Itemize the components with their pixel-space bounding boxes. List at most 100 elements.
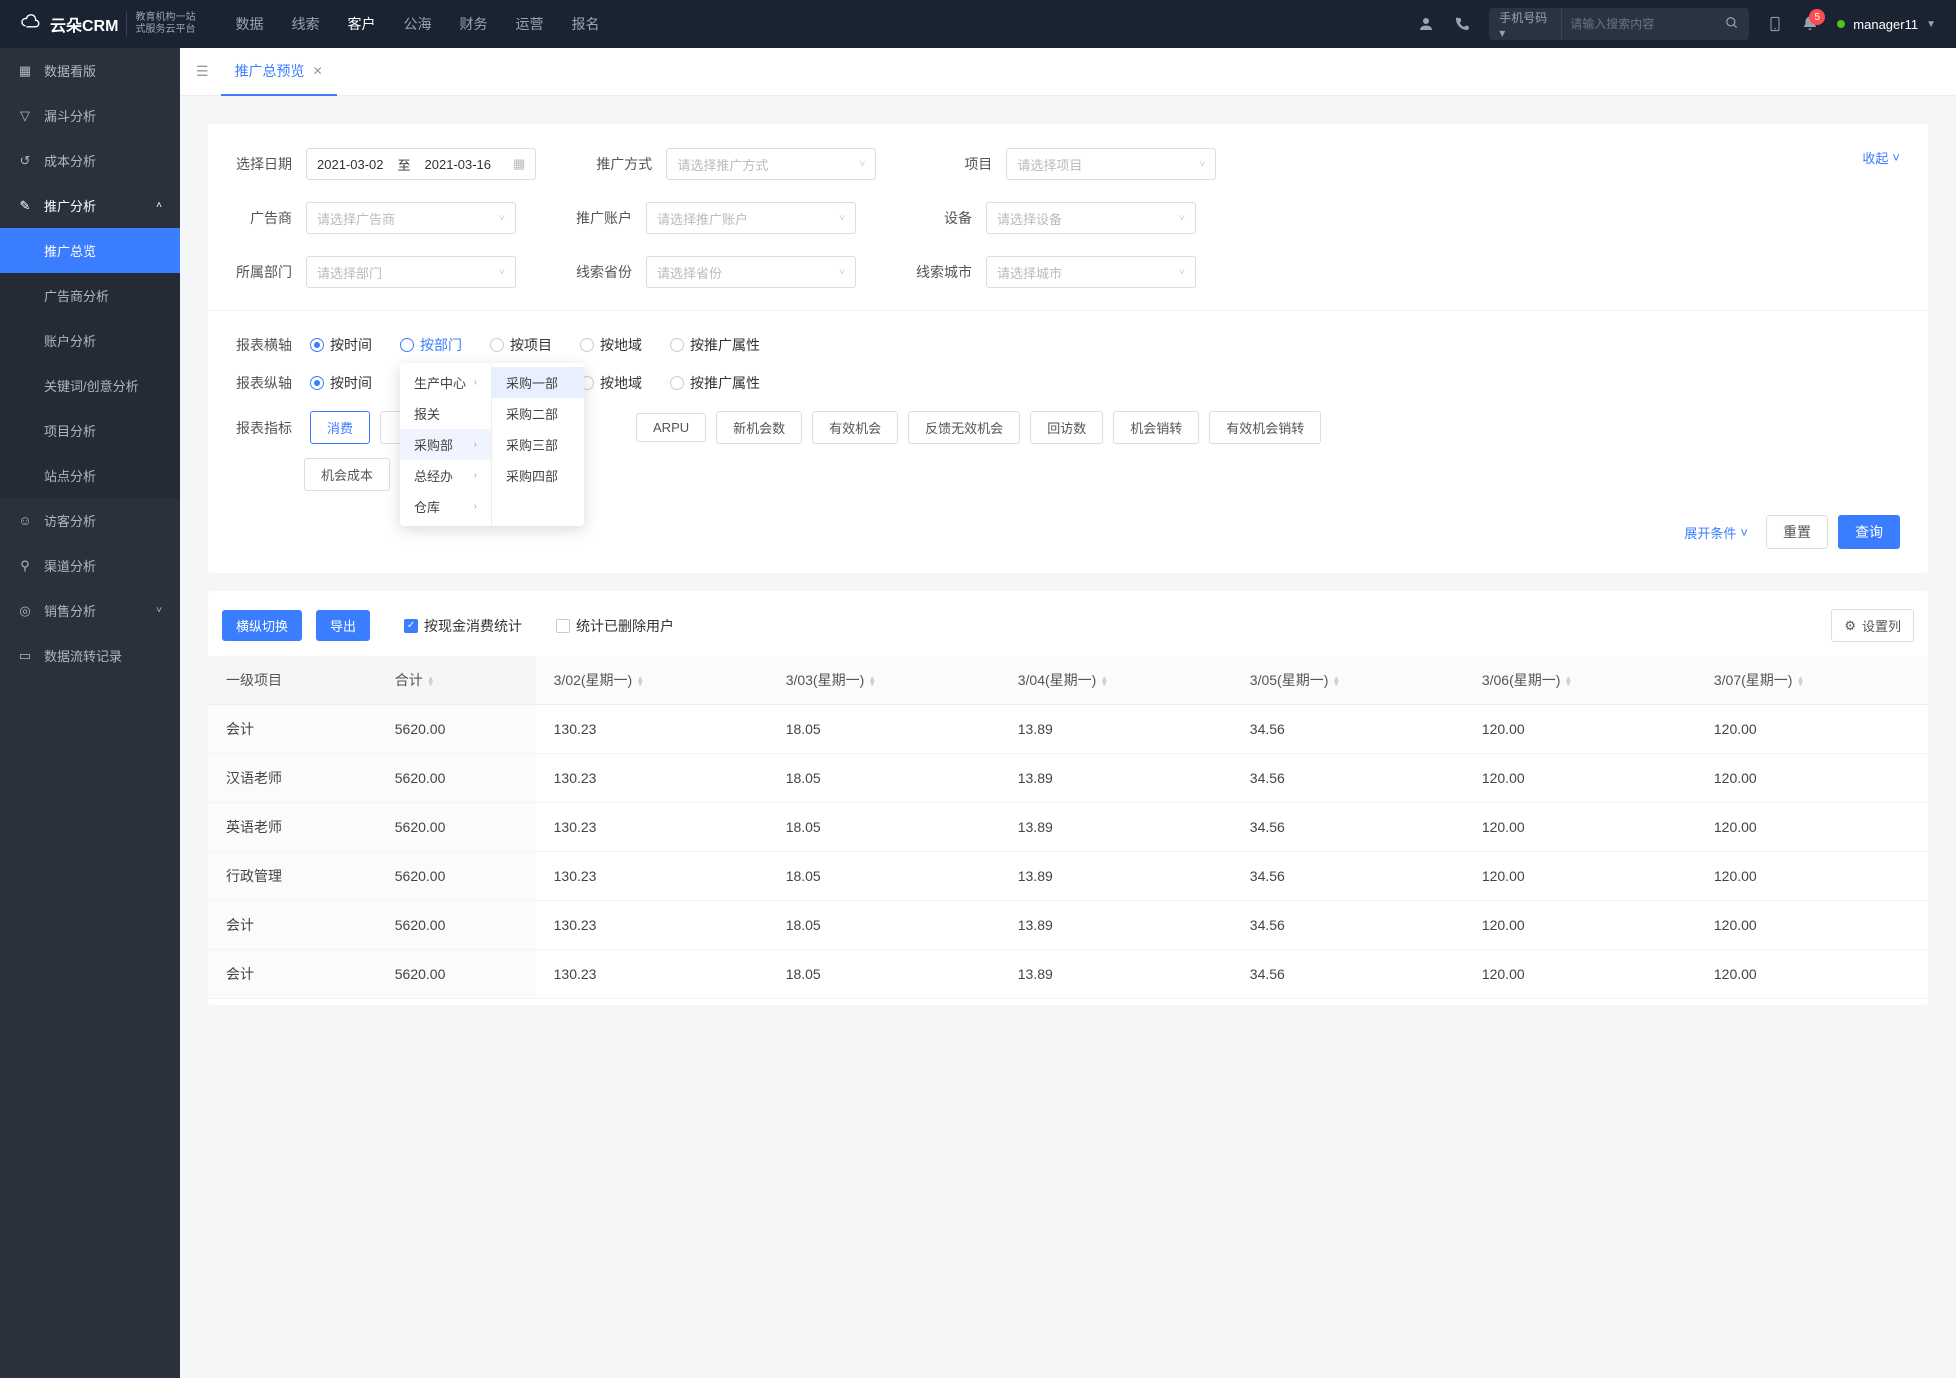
phone-icon[interactable]: [1453, 15, 1471, 33]
cascader-item[interactable]: 采购三部: [492, 429, 584, 460]
sidebar-item-flow[interactable]: ▭数据流转记录: [0, 633, 180, 678]
haxis-radio-project[interactable]: 按项目: [490, 335, 552, 355]
haxis-radio-attr[interactable]: 按推广属性: [670, 335, 760, 355]
chevron-down-icon: ˅: [1740, 525, 1748, 540]
nav-customers[interactable]: 客户: [347, 14, 375, 34]
user-menu[interactable]: manager11 ▼: [1837, 17, 1936, 32]
vaxis-radio-attr[interactable]: 按推广属性: [670, 373, 760, 393]
sidebar-item-promo-overview[interactable]: 推广总览: [0, 228, 180, 273]
set-columns-button[interactable]: ⚙设置列: [1831, 609, 1914, 642]
sidebar-item-cost[interactable]: ↺成本分析: [0, 138, 180, 183]
city-select[interactable]: 请选择城市˅: [986, 256, 1196, 288]
search-icon[interactable]: [1725, 16, 1739, 33]
account-select[interactable]: 请选择推广账户˅: [646, 202, 856, 234]
sidebar-item-dashboard[interactable]: ▦数据看版: [0, 48, 180, 93]
th-date[interactable]: 3/04(星期一)▲▼: [1000, 656, 1232, 705]
switch-axis-button[interactable]: 横纵切换: [222, 610, 302, 641]
haxis-radio-time[interactable]: 按时间: [310, 335, 372, 355]
sidebar-item-channel[interactable]: ⚲渠道分析: [0, 543, 180, 588]
metric-revisit[interactable]: 回访数: [1030, 411, 1103, 444]
tab-promo-overview[interactable]: 推广总预览 ✕: [221, 48, 337, 96]
sidebar-item-sales[interactable]: ◎销售分析˅: [0, 588, 180, 633]
table-row[interactable]: 汉语老师5620.00130.2318.0513.8934.56120.0012…: [208, 754, 1928, 803]
project-select[interactable]: 请选择项目˅: [1006, 148, 1216, 180]
mobile-icon[interactable]: [1767, 13, 1783, 35]
metric-opportunity-cost[interactable]: 机会成本: [304, 458, 390, 491]
sidebar-item-site[interactable]: 站点分析: [0, 453, 180, 498]
province-select[interactable]: 请选择省份˅: [646, 256, 856, 288]
nav-leads[interactable]: 线索: [291, 14, 319, 34]
chevron-down-icon: ˅: [839, 267, 845, 278]
cascader-item[interactable]: 总经办›: [400, 460, 491, 491]
global-search[interactable]: 手机号码 ▾: [1489, 8, 1749, 40]
table-cell: 汉语老师: [208, 754, 377, 803]
table-row[interactable]: 会计5620.00130.2318.0513.8934.56120.00120.…: [208, 950, 1928, 999]
cash-stats-checkbox[interactable]: 按现金消费统计: [404, 616, 522, 636]
cascader-item[interactable]: 采购二部: [492, 398, 584, 429]
cascader-item[interactable]: 采购一部: [492, 367, 584, 398]
sidebar-item-funnel[interactable]: ▽漏斗分析: [0, 93, 180, 138]
metric-arpu[interactable]: ARPU: [636, 413, 706, 442]
query-button[interactable]: 查询: [1838, 515, 1900, 549]
nav-finance[interactable]: 财务: [459, 14, 487, 34]
table-row[interactable]: 会计5620.00130.2318.0513.8934.56120.00120.…: [208, 901, 1928, 950]
sidebar-item-account[interactable]: 账户分析: [0, 318, 180, 363]
reset-button[interactable]: 重置: [1766, 515, 1828, 549]
nav-data[interactable]: 数据: [235, 14, 263, 34]
device-select[interactable]: 请选择设备˅: [986, 202, 1196, 234]
method-select[interactable]: 请选择推广方式˅: [666, 148, 876, 180]
expand-conditions-link[interactable]: 展开条件 ˅: [1684, 523, 1748, 542]
metric-new-opportunity[interactable]: 新机会数: [716, 411, 802, 444]
collapse-sidebar-icon[interactable]: ☰: [196, 63, 209, 80]
nav-sea[interactable]: 公海: [403, 14, 431, 34]
th-date[interactable]: 3/07(星期一)▲▼: [1696, 656, 1928, 705]
search-type[interactable]: 手机号码 ▾: [1499, 9, 1562, 40]
haxis-radio-region[interactable]: 按地域: [580, 335, 642, 355]
cascader-item[interactable]: 报关: [400, 398, 491, 429]
metric-label: 报表指标: [236, 418, 292, 438]
logo[interactable]: 云朵CRM 教育机构一站式服务云平台: [20, 12, 195, 36]
date-range-picker[interactable]: 2021-03-02至2021-03-16 ▦: [306, 148, 536, 180]
cascader-item[interactable]: 仓库›: [400, 491, 491, 522]
table-row[interactable]: 行政管理5620.00130.2318.0513.8934.56120.0012…: [208, 852, 1928, 901]
deleted-users-checkbox[interactable]: 统计已删除用户: [556, 616, 674, 636]
sidebar-item-advertiser[interactable]: 广告商分析: [0, 273, 180, 318]
nav-enroll[interactable]: 报名: [571, 14, 599, 34]
vaxis-radio-region[interactable]: 按地域: [580, 373, 642, 393]
sort-icon: ▲▼: [868, 676, 876, 687]
cascader-item[interactable]: 生产中心›: [400, 367, 491, 398]
sidebar-item-visitor[interactable]: ☺访客分析: [0, 498, 180, 543]
vaxis-radio-time[interactable]: 按时间: [310, 373, 372, 393]
close-icon[interactable]: ✕: [313, 64, 323, 78]
dept-select[interactable]: 请选择部门˅: [306, 256, 516, 288]
sort-icon: ▲▼: [1100, 676, 1108, 687]
sidebar-item-project[interactable]: 项目分析: [0, 408, 180, 453]
th-date[interactable]: 3/02(星期一)▲▼: [536, 656, 768, 705]
th-total[interactable]: 合计▲▼: [377, 656, 536, 705]
nav-ops[interactable]: 运营: [515, 14, 543, 34]
sort-icon: ▲▼: [1564, 676, 1572, 687]
th-project[interactable]: 一级项目: [208, 656, 377, 705]
search-input[interactable]: [1570, 17, 1725, 31]
bell-icon[interactable]: 5: [1801, 15, 1819, 33]
th-date[interactable]: 3/03(星期一)▲▼: [768, 656, 1000, 705]
advertiser-select[interactable]: 请选择广告商˅: [306, 202, 516, 234]
metric-consume[interactable]: 消费: [310, 411, 370, 444]
haxis-radio-dept[interactable]: 按部门: [400, 335, 462, 355]
chevron-down-icon: ˅: [1179, 213, 1185, 224]
export-button[interactable]: 导出: [316, 610, 370, 641]
table-row[interactable]: 会计5620.00130.2318.0513.8934.56120.00120.…: [208, 705, 1928, 754]
user-icon[interactable]: [1417, 15, 1435, 33]
collapse-filters-link[interactable]: 收起 ˅: [1862, 148, 1900, 167]
metric-convert[interactable]: 机会销转: [1113, 411, 1199, 444]
th-date[interactable]: 3/05(星期一)▲▼: [1232, 656, 1464, 705]
cascader-item[interactable]: 采购部›: [400, 429, 491, 460]
metric-valid-opportunity[interactable]: 有效机会: [812, 411, 898, 444]
cascader-item[interactable]: 采购四部: [492, 460, 584, 491]
sidebar-item-promo[interactable]: ✎推广分析˄: [0, 183, 180, 228]
metric-feedback-invalid[interactable]: 反馈无效机会: [908, 411, 1020, 444]
sidebar-item-keyword[interactable]: 关键词/创意分析: [0, 363, 180, 408]
table-row[interactable]: 英语老师5620.00130.2318.0513.8934.56120.0012…: [208, 803, 1928, 852]
metric-valid-convert[interactable]: 有效机会销转: [1209, 411, 1321, 444]
th-date[interactable]: 3/06(星期一)▲▼: [1464, 656, 1696, 705]
